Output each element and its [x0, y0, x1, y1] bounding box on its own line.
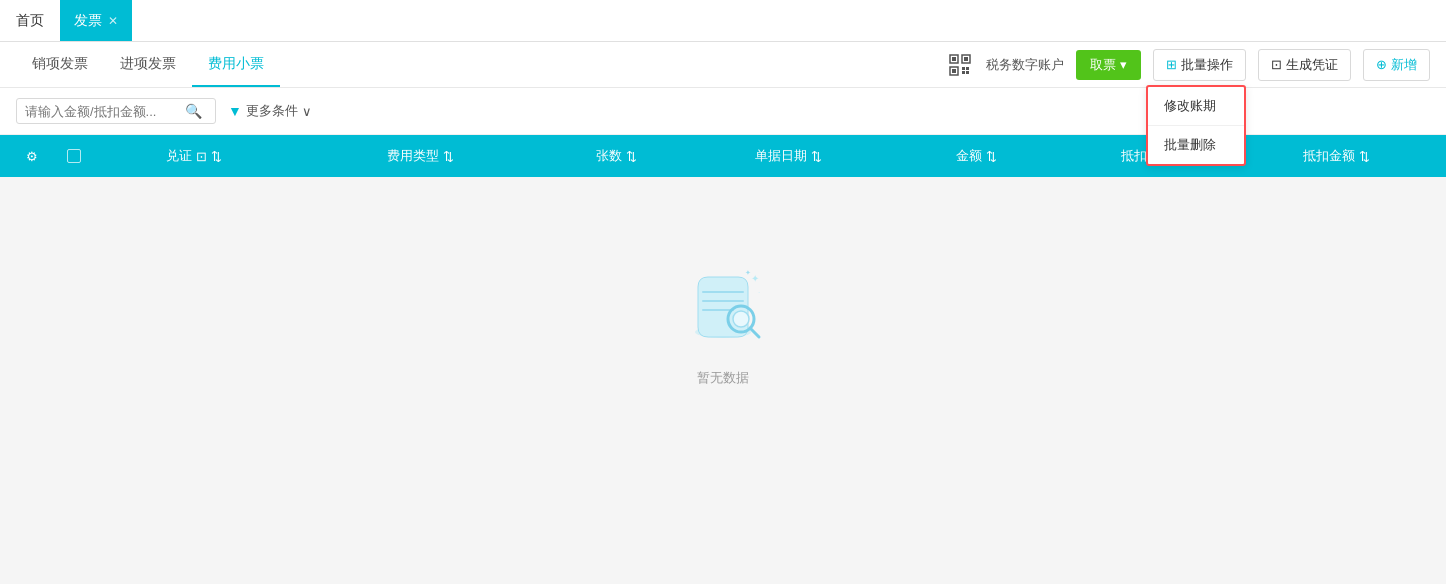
add-label: 新增	[1391, 56, 1417, 74]
th-checkbox[interactable]	[56, 149, 92, 163]
th-date[interactable]: 单据日期 ⇅	[687, 147, 890, 165]
svg-line-13	[750, 328, 759, 337]
th-amount-label: 金额	[956, 147, 982, 165]
th-voucher-label: 兑证	[166, 147, 192, 165]
empty-state: ✦ · ✦ 暂无数据	[0, 177, 1446, 427]
get-ticket-label: 取票	[1090, 56, 1116, 74]
invoice-tab-label: 发票	[74, 12, 102, 30]
th-expense-label: 费用类型	[387, 147, 439, 165]
th-voucher[interactable]: 兑证 ⊡ ⇅	[92, 147, 295, 165]
th-amount[interactable]: 金额 ⇅	[890, 147, 1062, 165]
th-sheets-sort[interactable]: ⇅	[626, 149, 637, 164]
svg-text:·: ·	[758, 288, 760, 297]
th-settings[interactable]: ⚙	[8, 149, 56, 164]
tax-account-button[interactable]: 税务数字账户	[986, 56, 1064, 74]
generate-icon: ⊡	[1271, 57, 1282, 72]
more-conditions-label: 更多条件	[246, 102, 298, 120]
batch-ops-container: ⊞ 批量操作 修改账期 批量删除	[1153, 49, 1246, 81]
batch-ops-label: 批量操作	[1181, 56, 1233, 74]
tab-purchase-invoice[interactable]: 进项发票	[104, 42, 192, 87]
add-new-button[interactable]: ⊕ 新增	[1363, 49, 1430, 81]
svg-rect-8	[962, 71, 965, 74]
tab-purchase-label: 进项发票	[120, 55, 176, 73]
batch-dropdown-menu: 修改账期 批量删除	[1146, 85, 1246, 166]
sub-nav: 销项发票 进项发票 费用小票 税务数字账户 取票 ▾	[0, 42, 1446, 88]
batch-ops-icon: ⊞	[1166, 57, 1177, 72]
add-icon: ⊕	[1376, 57, 1387, 72]
tab-expense-label: 费用小票	[208, 55, 264, 73]
filter-icon: ▼	[228, 103, 242, 119]
th-date-label: 单据日期	[755, 147, 807, 165]
svg-text:✦: ✦	[751, 273, 759, 284]
th-sheets[interactable]: 张数 ⇅	[546, 147, 687, 165]
search-input[interactable]	[25, 104, 185, 119]
th-voucher-sort[interactable]: ⇅	[211, 149, 222, 164]
home-tab[interactable]: 首页	[0, 0, 60, 41]
modify-period-item[interactable]: 修改账期	[1148, 87, 1244, 125]
tab-sales-label: 销项发票	[32, 55, 88, 73]
more-conditions-arrow: ∨	[302, 104, 312, 119]
svg-rect-6	[962, 67, 965, 70]
th-date-sort[interactable]: ⇅	[811, 149, 822, 164]
th-expense-sort[interactable]: ⇅	[443, 149, 454, 164]
batch-delete-item[interactable]: 批量删除	[1148, 125, 1244, 164]
tab-sales-invoice[interactable]: 销项发票	[16, 42, 104, 87]
svg-rect-1	[952, 57, 956, 61]
select-all-checkbox[interactable]	[67, 149, 81, 163]
svg-rect-9	[966, 71, 969, 74]
generate-voucher-button[interactable]: ⊡ 生成凭证	[1258, 49, 1351, 81]
th-expense-type[interactable]: 费用类型 ⇅	[295, 147, 545, 165]
th-deduct-amount[interactable]: 抵扣金额 ⇅	[1235, 147, 1438, 165]
svg-point-12	[733, 311, 749, 327]
svg-rect-7	[966, 67, 969, 70]
th-sheets-label: 张数	[596, 147, 622, 165]
settings-icon[interactable]: ⚙	[26, 149, 38, 164]
svg-text:✦: ✦	[745, 269, 751, 276]
th-deduct-amount-sort[interactable]: ⇅	[1359, 149, 1370, 164]
get-ticket-button[interactable]: 取票 ▾	[1076, 50, 1141, 80]
invoice-tab[interactable]: 发票 ✕	[60, 0, 132, 41]
dropdown-arrow-icon: ▾	[1120, 57, 1127, 72]
th-amount-sort[interactable]: ⇅	[986, 149, 997, 164]
svg-rect-5	[952, 69, 956, 73]
empty-text: 暂无数据	[697, 369, 749, 387]
top-nav: 首页 发票 ✕	[0, 0, 1446, 42]
close-tab-icon[interactable]: ✕	[108, 14, 118, 28]
search-box: 🔍	[16, 98, 216, 124]
qr-code-icon[interactable]	[946, 51, 974, 79]
batch-ops-button[interactable]: ⊞ 批量操作	[1153, 49, 1246, 81]
generate-label: 生成凭证	[1286, 56, 1338, 74]
th-deduct-amount-label: 抵扣金额	[1303, 147, 1355, 165]
toolbar-right: 税务数字账户 取票 ▾ ⊞ 批量操作 修改账期 批量删除 ⊡ 生成凭证 ⊕ 新增	[946, 49, 1430, 81]
empty-illustration: ✦ · ✦	[673, 257, 773, 357]
more-conditions-button[interactable]: ▼ 更多条件 ∨	[228, 102, 312, 120]
svg-rect-3	[964, 57, 968, 61]
tab-expense-receipt[interactable]: 费用小票	[192, 42, 280, 87]
th-voucher-icon: ⊡	[196, 149, 207, 164]
search-icon[interactable]: 🔍	[185, 103, 202, 119]
